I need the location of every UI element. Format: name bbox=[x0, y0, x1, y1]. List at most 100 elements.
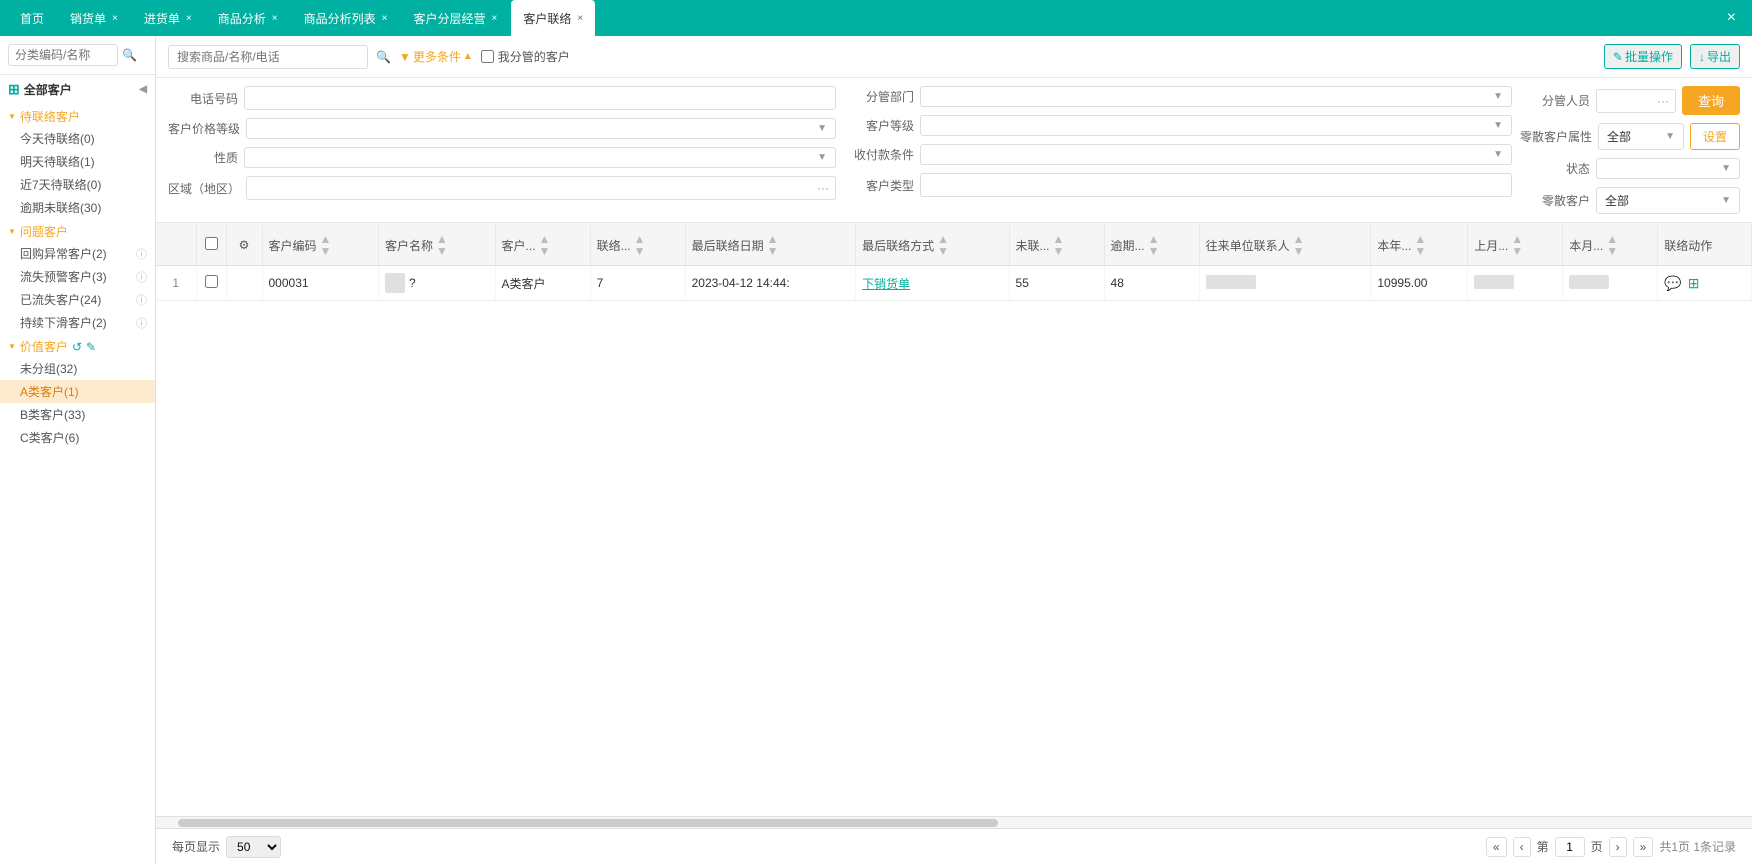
th-this-month[interactable]: 本月... ▲▼ bbox=[1563, 225, 1658, 266]
filter-search-icon[interactable]: 🔍 bbox=[376, 50, 391, 64]
close-product-list-tab[interactable]: × bbox=[382, 13, 388, 24]
th-type[interactable]: 客户... ▲▼ bbox=[495, 225, 590, 266]
filter-select-nature[interactable]: ▼ bbox=[244, 147, 836, 168]
setting-button[interactable]: 设置 bbox=[1690, 123, 1740, 150]
export-button[interactable]: ↓ 导出 bbox=[1690, 44, 1740, 69]
sidebar-item-today[interactable]: 今天待联络(0) bbox=[0, 127, 155, 150]
th-overdue[interactable]: 逾期... ▲▼ bbox=[1104, 225, 1199, 266]
filter-input-customer-type[interactable] bbox=[920, 173, 1512, 197]
export-icon: ↓ bbox=[1699, 50, 1705, 64]
horizontal-scrollbar[interactable] bbox=[156, 816, 1752, 828]
sidebar-item-repurchase-abnormal[interactable]: 回购异常客户(2) ⓘ bbox=[0, 242, 155, 265]
chevron-down-icon-8: ▼ bbox=[1721, 195, 1731, 206]
filter-select-status[interactable]: ▼ bbox=[1596, 158, 1740, 179]
td-type: A类客户 bbox=[495, 266, 590, 301]
edit-icon[interactable]: ✎ bbox=[86, 340, 96, 354]
adv-filter: 电话号码 客户价格等级 ▼ 性质 bbox=[156, 78, 1752, 223]
scrollbar-thumb[interactable] bbox=[178, 819, 998, 827]
sidebar-search-input[interactable] bbox=[8, 44, 118, 66]
th-index bbox=[156, 225, 196, 266]
th-checkbox[interactable] bbox=[196, 225, 226, 266]
filter-more-button[interactable]: ▼ 更多条件 ▲ bbox=[399, 48, 473, 65]
sidebar-item-class-b[interactable]: B类客户(33) bbox=[0, 403, 155, 426]
th-code[interactable]: 客户编码 ▲▼ bbox=[262, 225, 379, 266]
filter-select-price-level[interactable]: ▼ bbox=[246, 118, 836, 139]
filter-select-region[interactable]: ··· bbox=[246, 176, 836, 200]
sidebar-group-value[interactable]: 价值客户 ↺ ✎ bbox=[0, 334, 155, 357]
sidebar-item-churn-warning[interactable]: 流失预警客户(3) ⓘ bbox=[0, 265, 155, 288]
nav-tab-customer-contact[interactable]: 客户联络 × bbox=[511, 0, 595, 36]
th-this-year[interactable]: 本年... ▲▼ bbox=[1371, 225, 1468, 266]
row-checkbox[interactable] bbox=[205, 275, 218, 288]
nav-tab-product-list[interactable]: 商品分析列表 × bbox=[292, 0, 400, 36]
filter-select-payment[interactable]: ▼ bbox=[920, 144, 1512, 165]
sidebar-item-7days[interactable]: 近7天待联络(0) bbox=[0, 173, 155, 196]
th-unit-contact[interactable]: 往来单位联系人 ▲▼ bbox=[1199, 225, 1371, 266]
th-settings[interactable]: ⚙ bbox=[226, 225, 262, 266]
select-all-checkbox[interactable] bbox=[205, 237, 218, 250]
prev-page-button[interactable]: ‹ bbox=[1513, 837, 1531, 857]
info-icon-repurchase: ⓘ bbox=[136, 246, 147, 262]
first-page-button[interactable]: « bbox=[1486, 837, 1507, 857]
filter-row-price-level: 客户价格等级 ▼ bbox=[168, 118, 836, 139]
sidebar-all-customers[interactable]: ⊞ 全部客户 ◀ bbox=[0, 75, 155, 104]
sidebar-item-churned[interactable]: 已流失客户(24) ⓘ bbox=[0, 288, 155, 311]
page-number-input[interactable] bbox=[1555, 837, 1585, 857]
sidebar-item-tomorrow[interactable]: 明天待联络(1) bbox=[0, 150, 155, 173]
sidebar-group-pending[interactable]: 待联络客户 bbox=[0, 104, 155, 127]
nav-tab-sales[interactable]: 销货单 × bbox=[58, 0, 130, 36]
td-contact: 7 bbox=[590, 266, 685, 301]
close-sales-tab[interactable]: × bbox=[112, 13, 118, 24]
message-icon[interactable]: 💬 bbox=[1664, 275, 1681, 292]
filter-select-dept[interactable]: ▼ bbox=[920, 86, 1512, 107]
query-button[interactable]: 查询 bbox=[1682, 86, 1740, 115]
nav-tab-home[interactable]: 首页 bbox=[8, 0, 56, 36]
th-last-contact-date[interactable]: 最后联络日期 ▲▼ bbox=[685, 225, 856, 266]
th-contact[interactable]: 联络... ▲▼ bbox=[590, 225, 685, 266]
close-purchase-tab[interactable]: × bbox=[186, 13, 192, 24]
th-uncontacted[interactable]: 未联... ▲▼ bbox=[1009, 225, 1104, 266]
filter-actions: ✎ 批量操作 ↓ 导出 bbox=[1604, 44, 1740, 69]
sidebar-item-class-a[interactable]: A类客户(1) bbox=[0, 380, 155, 403]
table-settings-icon[interactable]: ⚙ bbox=[239, 238, 250, 252]
sidebar-search-icon[interactable]: 🔍 bbox=[122, 48, 137, 62]
last-contact-link[interactable]: 下销货单 bbox=[862, 277, 910, 291]
nav-tab-customer-mgmt[interactable]: 客户分层经营 × bbox=[401, 0, 509, 36]
filter-input-phone[interactable] bbox=[244, 86, 836, 110]
filter-row-payment: 收付款条件 ▼ bbox=[844, 144, 1512, 165]
page-size-select[interactable]: 50 100 200 bbox=[226, 836, 281, 858]
filter-label-sparse-customer: 零散客户 bbox=[1520, 192, 1590, 209]
th-last-month[interactable]: 上月... ▲▼ bbox=[1468, 225, 1563, 266]
sidebar-item-declining[interactable]: 持续下滑客户(2) ⓘ bbox=[0, 311, 155, 334]
th-last-contact-method[interactable]: 最后联络方式 ▲▼ bbox=[856, 225, 1009, 266]
td-checkbox[interactable] bbox=[196, 266, 226, 301]
nav-tab-purchase[interactable]: 进货单 × bbox=[132, 0, 204, 36]
refresh-icon[interactable]: ↺ bbox=[72, 340, 82, 354]
sidebar-item-unclassified[interactable]: 未分组(32) bbox=[0, 357, 155, 380]
filter-label-sparse-attr: 零散客户属性 bbox=[1520, 128, 1592, 145]
th-name[interactable]: 客户名称 ▲▼ bbox=[379, 225, 496, 266]
sidebar-group-problem[interactable]: 问题客户 bbox=[0, 219, 155, 242]
qr-icon[interactable]: ⊞ bbox=[1688, 275, 1700, 292]
last-page-button[interactable]: » bbox=[1633, 837, 1654, 857]
batch-operation-button[interactable]: ✎ 批量操作 bbox=[1604, 44, 1682, 69]
next-page-button[interactable]: › bbox=[1609, 837, 1627, 857]
close-product-analysis-tab[interactable]: × bbox=[272, 13, 278, 24]
window-close-button[interactable]: × bbox=[1719, 5, 1744, 31]
sidebar-item-class-c[interactable]: C类客户(6) bbox=[0, 426, 155, 449]
nav-tab-product-analysis[interactable]: 商品分析 × bbox=[206, 0, 290, 36]
filter-select-manager[interactable]: ··· bbox=[1596, 89, 1676, 113]
close-customer-contact-tab[interactable]: × bbox=[577, 13, 583, 24]
filter-search-input[interactable] bbox=[168, 45, 368, 69]
td-last-contact-method[interactable]: 下销货单 bbox=[856, 266, 1009, 301]
filter-select-sparse-customer[interactable]: 全部 ▼ bbox=[1596, 187, 1740, 214]
filter-select-customer-level[interactable]: ▼ bbox=[920, 115, 1512, 136]
close-customer-mgmt-tab[interactable]: × bbox=[491, 13, 497, 24]
my-customers-checkbox[interactable]: 我分管的客户 bbox=[481, 48, 570, 65]
sidebar-item-overdue[interactable]: 逾期未联络(30) bbox=[0, 196, 155, 219]
chevron-down-icon-7: ▼ bbox=[1721, 163, 1731, 174]
my-customers-check-input[interactable] bbox=[481, 50, 494, 63]
filter-label-customer-type: 客户类型 bbox=[844, 177, 914, 194]
filter-select-sparse-attr[interactable]: 全部 ▼ bbox=[1598, 123, 1684, 150]
sort-icon-overdue: ▲▼ bbox=[1148, 233, 1160, 257]
